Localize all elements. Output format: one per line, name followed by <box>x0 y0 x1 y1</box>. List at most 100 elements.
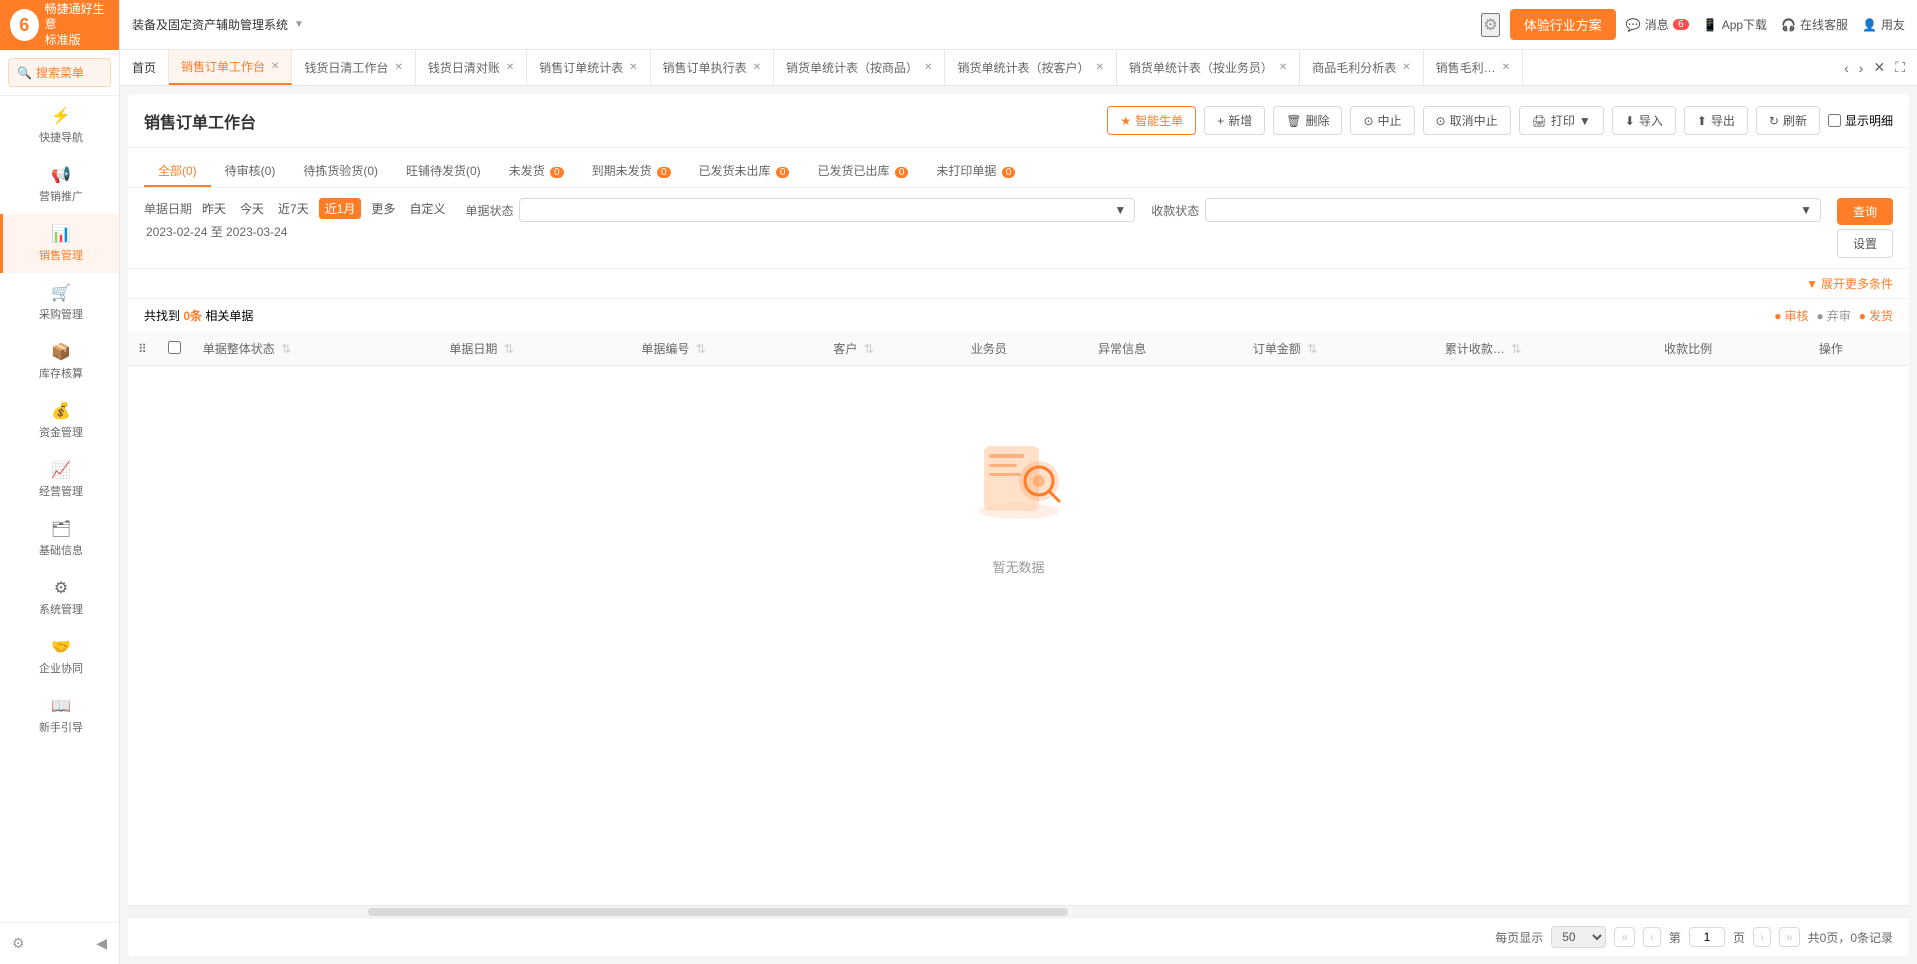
sub-tab-shop-ship[interactable]: 旺铺待发货(0) <box>392 156 495 187</box>
settings-button[interactable]: ⚙ <box>8 931 29 956</box>
sub-tab-shipped-not-out[interactable]: 已发货未出库 0 <box>685 156 804 187</box>
sub-tab-pending-review[interactable]: 待审核(0) <box>211 156 290 187</box>
col-received[interactable]: 累计收款… ⇅ <box>1435 332 1654 366</box>
tab-salesman-stats-close[interactable]: ✕ <box>1279 62 1287 73</box>
sub-tab-all[interactable]: 全部(0) <box>144 156 211 187</box>
tab-sales-exec-close[interactable]: ✕ <box>753 62 761 73</box>
export-button[interactable]: ⬆ 导出 <box>1684 106 1748 135</box>
date-today[interactable]: 今天 <box>236 198 268 219</box>
delete-button[interactable]: 🗑 删除 <box>1273 106 1342 135</box>
tab-customer-stats-label: 销货单统计表（按客户） <box>957 59 1089 76</box>
sidebar-item-purchase[interactable]: 🛒 采购管理 <box>0 273 119 332</box>
prev-page-button[interactable]: ‹ <box>1643 927 1661 947</box>
tab-sales-order-close[interactable]: ✕ <box>271 61 279 72</box>
col-date[interactable]: 单据日期 ⇅ <box>439 332 631 366</box>
search-menu-button[interactable]: 🔍 搜索菜单 <box>8 58 111 87</box>
tab-prev-button[interactable]: ‹ <box>1840 58 1853 78</box>
sub-tab-unshipped[interactable]: 未发货 0 <box>495 156 578 187</box>
sub-tab-overdue-ship[interactable]: 到期未发货 0 <box>578 156 685 187</box>
sidebar-item-inventory[interactable]: 📦 库存核算 <box>0 332 119 391</box>
tab-customer-stats[interactable]: 销货单统计表（按客户） ✕ <box>945 50 1116 85</box>
tab-next-button[interactable]: › <box>1855 58 1868 78</box>
tab-margin-analysis[interactable]: 商品毛利分析表 ✕ <box>1300 50 1423 85</box>
page-input[interactable] <box>1689 927 1725 947</box>
stop-button[interactable]: ⊙ 中止 <box>1350 106 1414 135</box>
app-download-action[interactable]: 📱 App下载 <box>1703 16 1767 33</box>
refresh-button[interactable]: ↻ 刷新 <box>1756 106 1820 135</box>
sidebar-item-sales[interactable]: 📊 销售管理 <box>0 214 119 273</box>
sidebar-item-cooperation[interactable]: 🤝 企业协同 <box>0 627 119 686</box>
col-number[interactable]: 单据编号 ⇅ <box>631 332 823 366</box>
sidebar-search-section: 🔍 搜索菜单 <box>0 50 119 96</box>
topbar-settings-button[interactable]: ⚙ <box>1481 13 1499 37</box>
sidebar-item-quick[interactable]: ⚡ 快捷导航 <box>0 96 119 155</box>
sidebar-item-operation[interactable]: 📈 经营管理 <box>0 450 119 509</box>
cancel-stop-button[interactable]: ⊙ 取消中止 <box>1423 106 1511 135</box>
tab-sales-margin[interactable]: 销售毛利… ✕ <box>1424 50 1523 85</box>
scrollbar-thumb[interactable] <box>368 908 1068 916</box>
quick-nav-icon: ⚡ <box>51 106 71 126</box>
expand-conditions-button[interactable]: ▼ 展开更多条件 <box>1806 275 1893 292</box>
collapse-button[interactable]: ◀ <box>92 931 111 956</box>
show-detail-label[interactable]: 显示明细 <box>1828 112 1893 129</box>
ship-button[interactable]: ● 发货 <box>1859 307 1893 324</box>
per-page-select[interactable]: 10 20 50 100 <box>1551 926 1606 948</box>
date-7days[interactable]: 近7天 <box>274 198 313 219</box>
status-select[interactable]: ▼ <box>519 198 1135 222</box>
col-amount[interactable]: 订单金额 ⇅ <box>1243 332 1435 366</box>
tab-margin-analysis-close[interactable]: ✕ <box>1402 62 1410 73</box>
sidebar-item-base[interactable]: 🗂 基础信息 <box>0 509 119 568</box>
tab-customer-stats-close[interactable]: ✕ <box>1095 62 1103 73</box>
sidebar-item-system[interactable]: ⚙ 系统管理 <box>0 568 119 627</box>
tab-sales-stats-label: 销售订单统计表 <box>539 59 623 76</box>
tab-sales-order[interactable]: 销售订单工作台 ✕ <box>169 50 292 85</box>
tab-home[interactable]: 首页 <box>120 50 169 85</box>
tab-goods-stats-close[interactable]: ✕ <box>924 62 932 73</box>
tab-salesman-stats[interactable]: 销货单统计表（按业务员） ✕ <box>1117 50 1300 85</box>
print-button[interactable]: 🖨 打印 ▼ <box>1519 106 1604 135</box>
tab-reconcile[interactable]: 钱货日清对账 ✕ <box>416 50 527 85</box>
audit-button[interactable]: ● 审核 <box>1774 307 1808 324</box>
payment-select[interactable]: ▼ <box>1205 198 1821 222</box>
col-customer[interactable]: 客户 ⇅ <box>823 332 960 366</box>
date-yesterday[interactable]: 昨天 <box>198 198 230 219</box>
search-button[interactable]: 查询 <box>1837 198 1893 225</box>
sort-status-icon: ⇅ <box>281 342 291 356</box>
tab-daily-clear[interactable]: 钱货日清工作台 ✕ <box>292 50 415 85</box>
tab-close-all-button[interactable]: ✕ <box>1869 57 1889 78</box>
tab-sales-exec[interactable]: 销售订单执行表 ✕ <box>651 50 774 85</box>
horizontal-scrollbar[interactable] <box>128 905 1909 917</box>
sub-tab-shipped-out[interactable]: 已发货已出库 0 <box>803 156 922 187</box>
show-detail-checkbox[interactable] <box>1828 114 1841 127</box>
first-page-button[interactable]: « <box>1614 927 1635 947</box>
sidebar-item-finance[interactable]: 💰 资金管理 <box>0 391 119 450</box>
next-page-button[interactable]: › <box>1753 927 1771 947</box>
select-all-checkbox[interactable] <box>168 341 181 354</box>
solution-button[interactable]: 体验行业方案 <box>1510 9 1616 40</box>
user-action[interactable]: 👤 用友 <box>1862 16 1905 33</box>
tab-sales-stats[interactable]: 销售订单统计表 ✕ <box>527 50 650 85</box>
date-1month[interactable]: 近1月 <box>319 198 362 219</box>
add-button[interactable]: + 新增 <box>1204 106 1265 135</box>
filter-setting-button[interactable]: 设置 <box>1837 229 1893 258</box>
tab-margin-analysis-label: 商品毛利分析表 <box>1312 59 1396 76</box>
col-exception: 异常信息 <box>1088 332 1243 366</box>
date-custom[interactable]: 自定义 <box>405 198 449 219</box>
date-more[interactable]: 更多 <box>367 198 399 219</box>
tab-reconcile-close[interactable]: ✕ <box>506 62 514 73</box>
import-button[interactable]: ⬇ 导入 <box>1612 106 1676 135</box>
tab-fullscreen-button[interactable]: ⛶ <box>1891 57 1909 78</box>
tab-daily-clear-close[interactable]: ✕ <box>394 62 402 73</box>
message-action[interactable]: 💬 消息 6 <box>1626 16 1689 33</box>
sidebar-item-marketing[interactable]: 📢 营销推广 <box>0 155 119 214</box>
tab-sales-stats-close[interactable]: ✕ <box>629 62 637 73</box>
sidebar-item-guide[interactable]: 📖 新手引导 <box>0 686 119 745</box>
tab-goods-stats[interactable]: 销货单统计表（按商品） ✕ <box>774 50 945 85</box>
revoke-button[interactable]: ● 弃审 <box>1816 307 1850 324</box>
tab-sales-margin-close[interactable]: ✕ <box>1502 62 1510 73</box>
last-page-button[interactable]: » <box>1779 927 1800 947</box>
online-service-action[interactable]: 🎧 在线客服 <box>1781 16 1848 33</box>
sub-tab-unprinted[interactable]: 未打印单据 0 <box>922 156 1029 187</box>
sub-tab-pending-pick[interactable]: 待拣货验货(0) <box>289 156 392 187</box>
smart-create-button[interactable]: ★ 智能生单 <box>1107 106 1196 135</box>
